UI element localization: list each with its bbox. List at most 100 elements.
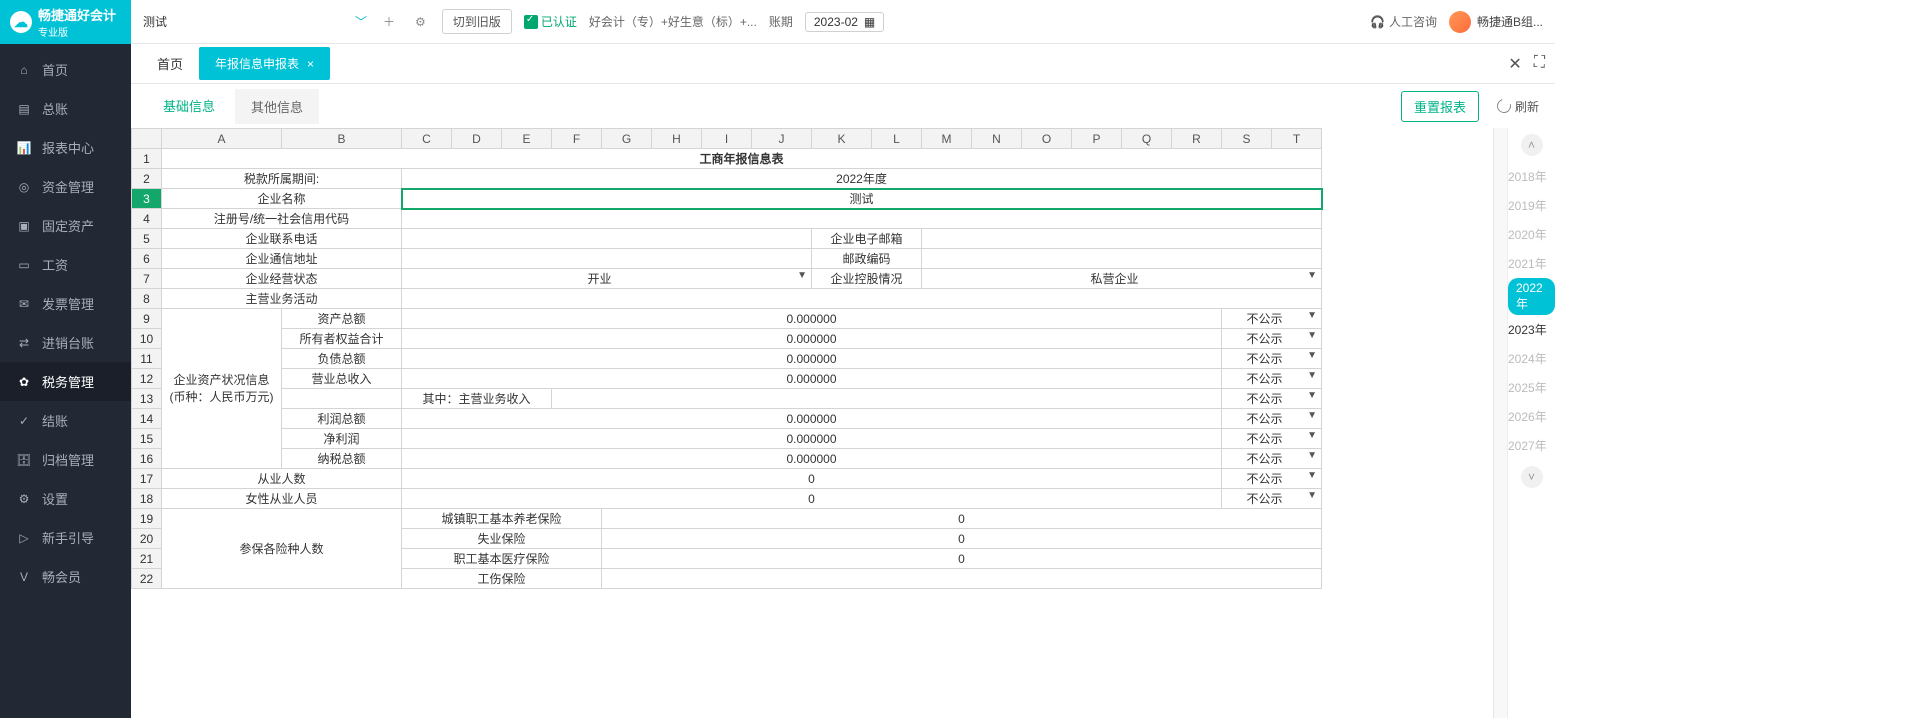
col-header[interactable]: I	[702, 129, 752, 149]
row-number[interactable]: 20	[132, 529, 162, 549]
tab-annual-report[interactable]: 年报信息申报表 ×	[199, 47, 330, 80]
dropdown-caret-icon[interactable]: ▼	[1307, 350, 1317, 361]
close-icon[interactable]: ×	[307, 57, 314, 71]
row-number[interactable]: 2	[132, 169, 162, 189]
row-number[interactable]: 6	[132, 249, 162, 269]
row-number[interactable]: 14	[132, 409, 162, 429]
row-number[interactable]: 3	[132, 189, 162, 209]
year-option[interactable]: 2027年	[1508, 431, 1555, 460]
row-number[interactable]: 1	[132, 149, 162, 169]
row-number[interactable]: 13	[132, 389, 162, 409]
input-cell[interactable]: 0.000000	[402, 329, 1222, 349]
refresh-button[interactable]: 刷新	[1497, 98, 1539, 115]
dropdown-cell[interactable]: 不公示▼	[1222, 449, 1322, 469]
dropdown-caret-icon[interactable]: ▼	[1307, 270, 1317, 281]
year-option[interactable]: 2025年	[1508, 373, 1555, 402]
year-option[interactable]: 2024年	[1508, 344, 1555, 373]
year-option[interactable]: 2023年	[1508, 315, 1555, 344]
dropdown-cell[interactable]: 不公示▼	[1222, 409, 1322, 429]
dropdown-cell[interactable]: 私营企业▼	[922, 269, 1322, 289]
sidebar-item-fund[interactable]: ◎资金管理	[0, 167, 131, 206]
input-cell[interactable]: 0.000000	[402, 349, 1222, 369]
row-number[interactable]: 5	[132, 229, 162, 249]
input-cell[interactable]	[922, 229, 1322, 249]
dropdown-cell[interactable]: 不公示▼	[1222, 389, 1322, 409]
year-option[interactable]: 2021年	[1508, 249, 1555, 278]
sidebar-item-ledger[interactable]: ▤总账	[0, 89, 131, 128]
tab-home[interactable]: 首页	[141, 46, 199, 81]
dropdown-cell[interactable]: 不公示▼	[1222, 469, 1322, 489]
row-number[interactable]: 17	[132, 469, 162, 489]
sidebar-item-guide[interactable]: ▷新手引导	[0, 518, 131, 557]
dropdown-caret-icon[interactable]: ▼	[1307, 370, 1317, 381]
company-name-cell[interactable]: 测试	[402, 189, 1322, 209]
sidebar-item-invoice[interactable]: ✉发票管理	[0, 284, 131, 323]
dropdown-caret-icon[interactable]: ▼	[797, 270, 807, 281]
reset-report-button[interactable]: 重置报表	[1401, 91, 1479, 122]
brand-logo[interactable]: ☁ 畅捷通好会计 专业版	[0, 0, 131, 44]
scrollbar[interactable]	[1493, 128, 1507, 718]
support-button[interactable]: 🎧 人工咨询	[1370, 13, 1437, 30]
user-menu[interactable]: 畅捷通B组...	[1449, 11, 1543, 33]
dropdown-caret-icon[interactable]: ▼	[1307, 390, 1317, 401]
close-all-icon[interactable]: ✕	[1508, 54, 1521, 74]
sidebar-item-settings[interactable]: ⚙设置	[0, 479, 131, 518]
col-header[interactable]: N	[972, 129, 1022, 149]
col-header[interactable]: E	[502, 129, 552, 149]
col-header[interactable]: O	[1022, 129, 1072, 149]
dropdown-caret-icon[interactable]: ▼	[1307, 310, 1317, 321]
dropdown-cell[interactable]: 不公示▼	[1222, 349, 1322, 369]
col-header[interactable]: Q	[1122, 129, 1172, 149]
input-cell[interactable]: 0.000000	[402, 309, 1222, 329]
sidebar-item-tax[interactable]: ✿税务管理	[0, 362, 131, 401]
sidebar-item-member[interactable]: V畅会员	[0, 557, 131, 596]
col-header[interactable]: M	[922, 129, 972, 149]
sidebar-item-asset[interactable]: ▣固定资产	[0, 206, 131, 245]
col-header[interactable]: L	[872, 129, 922, 149]
input-cell[interactable]: 0.000000	[402, 409, 1222, 429]
input-cell[interactable]: 0.000000	[402, 429, 1222, 449]
year-option[interactable]: 2019年	[1508, 191, 1555, 220]
row-number[interactable]: 11	[132, 349, 162, 369]
dropdown-caret-icon[interactable]: ▼	[1307, 470, 1317, 481]
row-number[interactable]: 18	[132, 489, 162, 509]
col-header[interactable]: C	[402, 129, 452, 149]
dropdown-caret-icon[interactable]: ▼	[1307, 450, 1317, 461]
input-cell[interactable]	[922, 249, 1322, 269]
dropdown-cell[interactable]: 不公示▼	[1222, 489, 1322, 509]
row-number[interactable]: 10	[132, 329, 162, 349]
col-header[interactable]: P	[1072, 129, 1122, 149]
period-selector[interactable]: 2023-02 ▦	[805, 12, 884, 32]
year-down-icon[interactable]: ˅	[1521, 466, 1543, 488]
fullscreen-icon[interactable]: ⛶	[1534, 54, 1545, 74]
row-number[interactable]: 19	[132, 509, 162, 529]
col-header[interactable]: H	[652, 129, 702, 149]
input-cell[interactable]: 0	[602, 549, 1322, 569]
dropdown-cell[interactable]: 不公示▼	[1222, 429, 1322, 449]
spreadsheet[interactable]: ABCDEFGHIJKLMNOPQRST1工商年报信息表2税款所属期间:2022…	[131, 128, 1493, 718]
gear-icon[interactable]: ⚙	[411, 11, 430, 33]
row-number[interactable]: 8	[132, 289, 162, 309]
switch-old-button[interactable]: 切到旧版	[442, 9, 512, 34]
col-header[interactable]: F	[552, 129, 602, 149]
input-cell[interactable]: 0.000000	[402, 449, 1222, 469]
col-header[interactable]: T	[1272, 129, 1322, 149]
input-cell[interactable]	[402, 229, 812, 249]
row-number[interactable]: 12	[132, 369, 162, 389]
col-header[interactable]: R	[1172, 129, 1222, 149]
input-cell[interactable]: 0	[402, 489, 1222, 509]
dropdown-cell[interactable]: 不公示▼	[1222, 369, 1322, 389]
col-header[interactable]: D	[452, 129, 502, 149]
col-header[interactable]: J	[752, 129, 812, 149]
row-number[interactable]: 9	[132, 309, 162, 329]
row-number[interactable]: 22	[132, 569, 162, 589]
input-cell[interactable]: 0	[602, 509, 1322, 529]
dropdown-cell[interactable]: 开业▼	[402, 269, 812, 289]
dropdown-cell[interactable]: 不公示▼	[1222, 309, 1322, 329]
input-cell[interactable]	[602, 569, 1322, 589]
input-cell[interactable]: 0	[402, 469, 1222, 489]
year-option[interactable]: 2026年	[1508, 402, 1555, 431]
input-cell[interactable]	[552, 389, 1222, 409]
sidebar-item-home[interactable]: ⌂首页	[0, 50, 131, 89]
row-number[interactable]: 16	[132, 449, 162, 469]
